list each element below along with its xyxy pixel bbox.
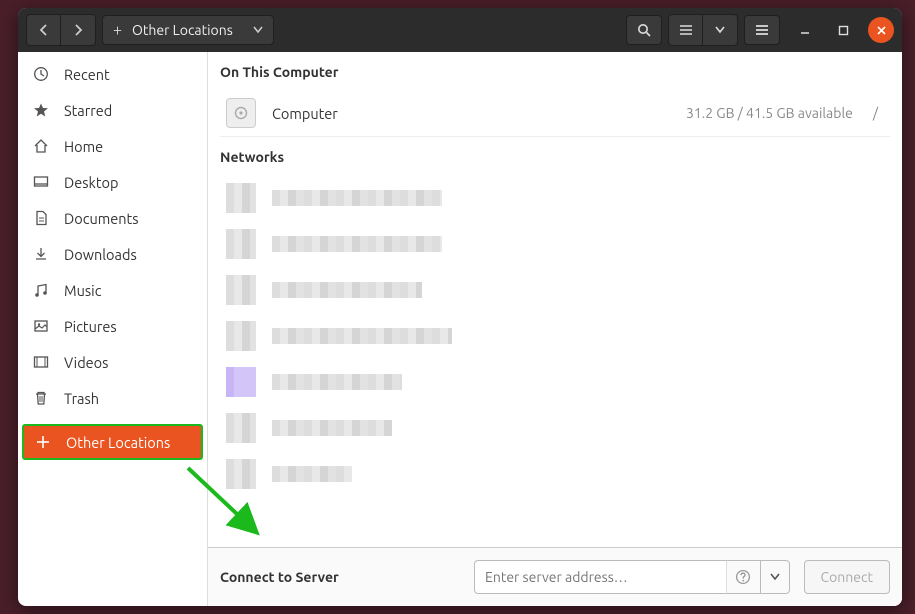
section-header-computer: On This Computer: [220, 52, 890, 90]
trash-icon: [32, 389, 50, 407]
sidebar: Recent Starred Home Desktop Documents Do…: [18, 52, 208, 606]
nav-group: [26, 14, 96, 46]
sidebar-item-other-locations[interactable]: Other Locations: [22, 424, 203, 460]
network-label-redacted: [272, 328, 452, 344]
network-icon: [226, 367, 256, 397]
network-icon: [226, 275, 256, 305]
forward-button[interactable]: [61, 15, 95, 45]
mount-text: /: [873, 105, 878, 121]
sidebar-item-recent[interactable]: Recent: [18, 56, 207, 92]
computer-label: Computer: [272, 105, 670, 122]
star-icon: [32, 101, 50, 119]
sidebar-item-label: Downloads: [64, 246, 137, 263]
sidebar-item-pictures[interactable]: Pictures: [18, 308, 207, 344]
hamburger-menu-button[interactable]: [744, 15, 780, 45]
network-icon: [226, 229, 256, 259]
close-button[interactable]: [868, 17, 894, 43]
videos-icon: [32, 353, 50, 371]
sidebar-item-label: Desktop: [64, 174, 118, 191]
server-address-input[interactable]: [474, 560, 726, 594]
network-label-redacted: [272, 374, 402, 390]
titlebar: + Other Locations: [18, 8, 902, 52]
connect-button[interactable]: Connect: [804, 560, 891, 594]
minimize-button[interactable]: [792, 17, 818, 43]
window-body: Recent Starred Home Desktop Documents Do…: [18, 52, 902, 606]
network-row[interactable]: [220, 359, 890, 405]
sidebar-item-label: Starred: [64, 102, 112, 119]
view-options-group: [668, 14, 738, 46]
network-row[interactable]: [220, 267, 890, 313]
network-icon: [226, 413, 256, 443]
network-icon: [226, 321, 256, 351]
main-panel: On This Computer Computer 31.2 GB / 41.5…: [208, 52, 902, 606]
computer-row[interactable]: Computer 31.2 GB / 41.5 GB available /: [220, 90, 890, 137]
pictures-icon: [32, 317, 50, 335]
network-row[interactable]: [220, 405, 890, 451]
connect-footer: Connect to Server Connect: [208, 547, 902, 606]
network-label-redacted: [272, 466, 352, 482]
sidebar-item-videos[interactable]: Videos: [18, 344, 207, 380]
sidebar-item-documents[interactable]: Documents: [18, 200, 207, 236]
network-label-redacted: [272, 190, 442, 206]
sidebar-item-trash[interactable]: Trash: [18, 380, 207, 416]
sidebar-item-downloads[interactable]: Downloads: [18, 236, 207, 272]
documents-icon: [32, 209, 50, 227]
computer-details: 31.2 GB / 41.5 GB available /: [686, 105, 878, 121]
connect-label: Connect to Server: [220, 569, 460, 585]
sidebar-item-label: Pictures: [64, 318, 117, 335]
network-label-redacted: [272, 236, 442, 252]
address-history-dropdown[interactable]: [760, 560, 790, 594]
network-icon: [226, 183, 256, 213]
view-dropdown-button[interactable]: [703, 15, 737, 45]
network-row[interactable]: [220, 175, 890, 221]
network-label-redacted: [272, 282, 422, 298]
music-icon: [32, 281, 50, 299]
network-row[interactable]: [220, 451, 890, 497]
section-header-networks: Networks: [220, 137, 890, 175]
downloads-icon: [32, 245, 50, 263]
network-row[interactable]: [220, 221, 890, 267]
sidebar-item-label: Trash: [64, 390, 99, 407]
drive-icon: [226, 98, 256, 128]
home-icon: [32, 137, 50, 155]
file-manager-window: + Other Locations: [18, 8, 902, 606]
maximize-button[interactable]: [830, 17, 856, 43]
sidebar-item-music[interactable]: Music: [18, 272, 207, 308]
sidebar-item-label: Recent: [64, 66, 110, 83]
network-row[interactable]: [220, 313, 890, 359]
help-button[interactable]: [726, 560, 760, 594]
space-text: 31.2 GB / 41.5 GB available: [686, 105, 853, 121]
network-icon: [226, 459, 256, 489]
content-area: On This Computer Computer 31.2 GB / 41.5…: [208, 52, 902, 547]
address-input-group: [474, 560, 790, 594]
sidebar-item-label: Music: [64, 282, 101, 299]
path-label: Other Locations: [132, 22, 233, 38]
plus-icon: +: [113, 21, 122, 39]
sidebar-item-label: Documents: [64, 210, 139, 227]
sidebar-item-starred[interactable]: Starred: [18, 92, 207, 128]
search-button[interactable]: [626, 15, 662, 45]
network-label-redacted: [272, 420, 392, 436]
list-view-button[interactable]: [669, 15, 703, 45]
desktop-icon: [32, 173, 50, 191]
sidebar-item-label: Videos: [64, 354, 108, 371]
sidebar-item-label: Home: [64, 138, 103, 155]
clock-icon: [32, 65, 50, 83]
path-bar[interactable]: + Other Locations: [102, 15, 274, 45]
back-button[interactable]: [27, 15, 61, 45]
sidebar-item-desktop[interactable]: Desktop: [18, 164, 207, 200]
plus-icon: [34, 433, 52, 451]
sidebar-item-label: Other Locations: [66, 434, 170, 451]
sidebar-item-home[interactable]: Home: [18, 128, 207, 164]
